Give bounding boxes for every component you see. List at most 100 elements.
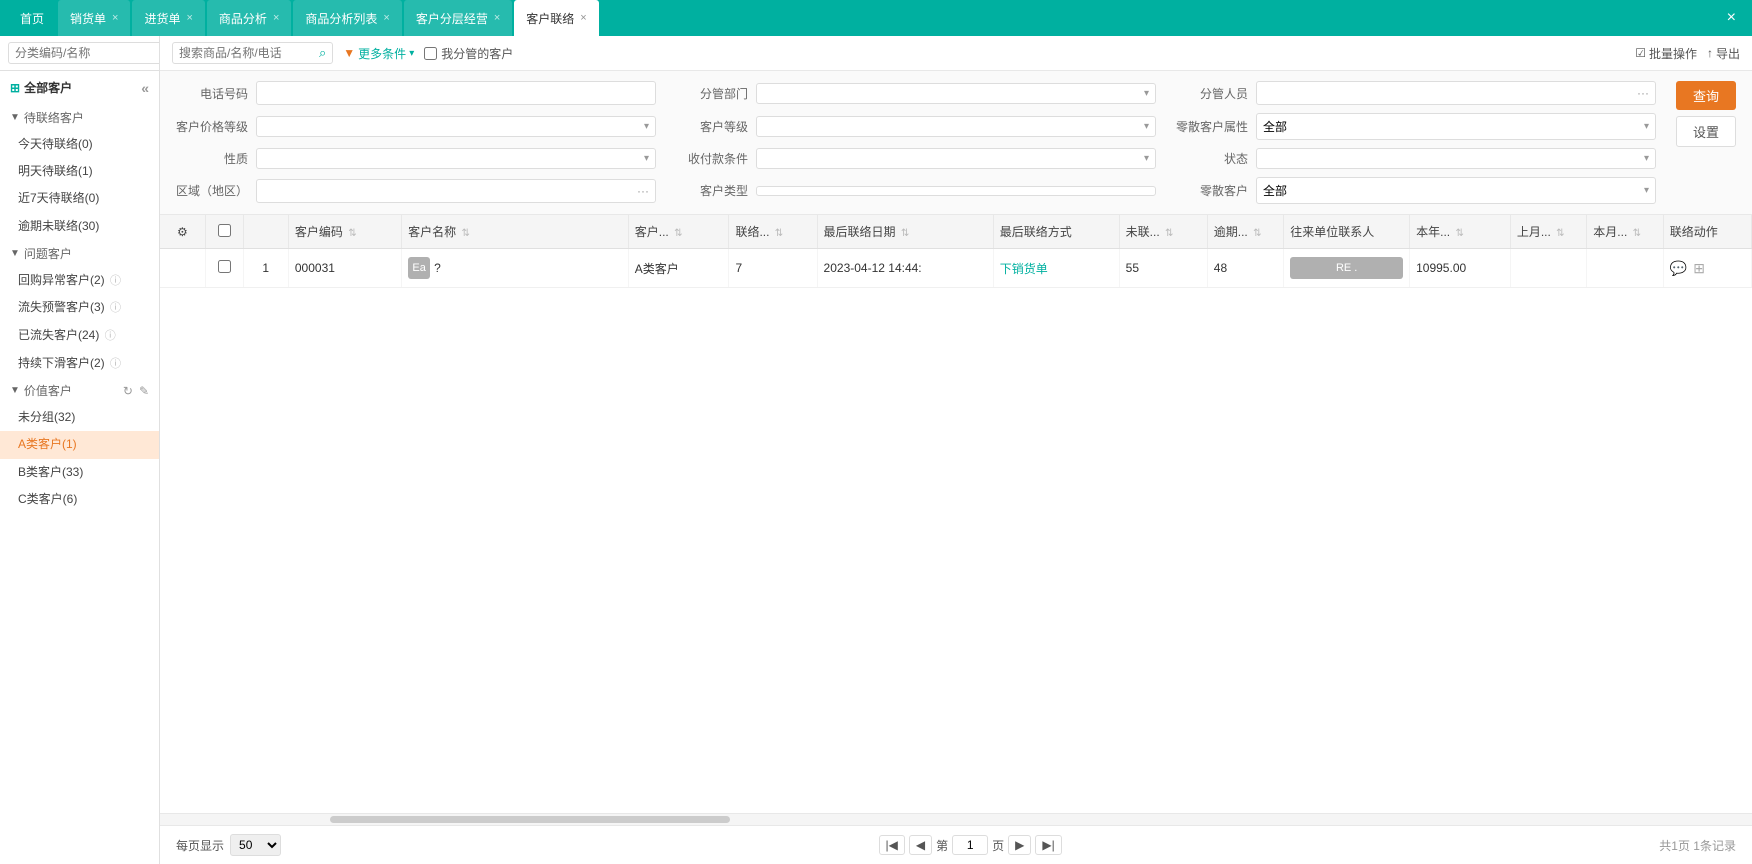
row-last-contact-way[interactable]: 下销货单 [993,249,1119,288]
value-section[interactable]: ▼ 价值客户 ↻ ✎ [0,377,159,404]
problem-section[interactable]: ▼ 问题客户 [0,240,159,267]
edit-icon[interactable]: ✎ [139,384,149,398]
col-code[interactable]: 客户编码 ⇅ [288,215,401,249]
col-lastmonth[interactable]: 上月... ⇅ [1510,215,1586,249]
my-customers-check[interactable] [424,47,437,60]
col-name[interactable]: 客户名称 ⇅ [402,215,629,249]
info-icon: ⓘ [105,330,116,342]
batch-op-btn[interactable]: ☑ 批量操作 [1635,45,1697,62]
tab-product-list[interactable]: 商品分析列表 × [293,0,401,36]
region-select[interactable]: ··· [256,179,656,203]
export-btn[interactable]: ↑ 导出 [1707,45,1740,62]
first-page-btn[interactable]: |◀ [879,835,905,855]
next-page-btn[interactable]: ▶ [1008,835,1031,855]
sort-icon: ⇅ [775,228,783,239]
sidebar-item-ungroup[interactable]: 未分组(32) [0,404,159,431]
prev-page-btn[interactable]: ◀ [909,835,932,855]
table-row[interactable]: 1 000031 Ea ? A类客户 7 2023-04-12 14:44: 下… [160,249,1752,288]
col-settings[interactable]: ⚙ [160,215,205,249]
tab-home[interactable]: 首页 [8,0,56,36]
dept-select[interactable]: ▾ [756,83,1156,104]
tab-purchase[interactable]: 进货单 × [132,0,204,36]
message-icon[interactable]: 💬 [1670,260,1687,277]
qr-icon[interactable]: ⊞ [1693,260,1705,277]
sidebar-item-tomorrow[interactable]: 明天待联络(1) [0,158,159,185]
close-icon[interactable]: × [580,12,586,24]
filter-icon: ▼ [343,46,355,60]
row-checkbox[interactable] [205,249,243,288]
filter-actions: ☑ 批量操作 ↑ 导出 [1635,45,1740,62]
phone-input[interactable] [256,81,656,105]
retail-customer-select[interactable]: 全部 ▾ [1256,177,1656,204]
person-select[interactable]: ··· [1256,81,1656,105]
page-number-input[interactable] [952,835,988,855]
price-level-select[interactable]: ▾ [256,116,656,137]
sidebar-search-input[interactable] [8,42,160,64]
col-contact[interactable]: 联络... ⇅ [729,215,817,249]
query-button[interactable]: 查询 [1676,81,1736,110]
sidebar-item-b-class[interactable]: B类客户(33) [0,459,159,486]
info-icon: ⓘ [110,275,121,287]
row-overdue-days: 48 [1207,249,1283,288]
close-icon[interactable]: × [112,12,118,24]
status-select[interactable]: ▾ [1256,148,1656,169]
close-all-icon[interactable]: × [1719,9,1744,27]
sidebar-item-declining[interactable]: 持续下滑客户(2) ⓘ [0,350,159,378]
col-thismonth[interactable]: 本月... ⇅ [1587,215,1663,249]
sidebar-item-7days[interactable]: 近7天待联络(0) [0,185,159,212]
collapse-icon[interactable]: « [141,80,149,96]
row-check[interactable] [218,260,231,273]
batch-icon: ☑ [1635,46,1646,60]
tab-product-analysis[interactable]: 商品分析 × [207,0,291,36]
chevron-down-icon: ▾ [644,153,649,164]
close-icon[interactable]: × [494,12,500,24]
col-type[interactable]: 客户... ⇅ [628,215,729,249]
more-conditions-btn[interactable]: ▼ 更多条件 ▾ [343,45,414,62]
sidebar-item-overdue[interactable]: 逾期未联络(30) [0,213,159,240]
customer-type-select[interactable] [756,186,1156,196]
payment-select[interactable]: ▾ [756,148,1156,169]
retail-customer-field: 零散客户 全部 ▾ [1176,177,1656,204]
col-uncontact[interactable]: 未联... ⇅ [1119,215,1207,249]
tab-sales[interactable]: 销货单 × [58,0,130,36]
sidebar-item-churned[interactable]: 已流失客户(24) ⓘ [0,322,159,350]
sidebar-item-abnormal[interactable]: 回购异常客户(2) ⓘ [0,267,159,295]
close-icon[interactable]: × [383,12,389,24]
select-all-checkbox[interactable] [218,224,231,237]
sort-icon: ⇅ [1556,228,1564,239]
sidebar-item-c-class[interactable]: C类客户(6) [0,486,159,513]
person-field: 分管人员 ··· [1176,81,1656,105]
tab-customer-contact[interactable]: 客户联络 × [514,0,598,36]
sort-icon: ⇅ [348,228,356,239]
last-page-btn[interactable]: ▶| [1035,835,1061,855]
col-overdue[interactable]: 逾期... ⇅ [1207,215,1283,249]
refresh-icon[interactable]: ↻ [123,384,133,398]
sidebar-all-customers[interactable]: ⊞ 全部客户 « [0,71,159,104]
arrow-icon: ▼ [10,385,20,396]
sidebar-item-churn-warning[interactable]: 流失预警客户(3) ⓘ [0,294,159,322]
filter-search-input[interactable] [179,46,319,60]
close-icon[interactable]: × [186,12,192,24]
pending-section[interactable]: ▼ 待联络客户 [0,104,159,131]
col-thisyear[interactable]: 本年... ⇅ [1410,215,1511,249]
my-customers-checkbox[interactable]: 我分管的客户 [424,45,513,62]
close-icon[interactable]: × [273,12,279,24]
col-checkbox[interactable] [205,215,243,249]
sidebar-item-a-class[interactable]: A类客户(1) [0,431,159,458]
row-contact-count: 7 [729,249,817,288]
sidebar-item-today[interactable]: 今天待联络(0) [0,131,159,158]
col-date[interactable]: 最后联络日期 ⇅ [817,215,993,249]
scrollbar-thumb[interactable] [330,816,730,823]
filter-search-box: ⌕ [172,42,333,64]
search-icon[interactable]: ⌕ [319,45,326,61]
col-num [243,215,288,249]
sort-icon: ⇅ [1165,228,1173,239]
setting-button[interactable]: 设置 [1676,116,1736,147]
tab-customer-tier[interactable]: 客户分层经营 × [404,0,512,36]
customer-level-select[interactable]: ▾ [756,116,1156,137]
nature-select[interactable]: ▾ [256,148,656,169]
table-body: 1 000031 Ea ? A类客户 7 2023-04-12 14:44: 下… [160,249,1752,288]
retail-attr-select[interactable]: 全部 ▾ [1256,113,1656,140]
horizontal-scrollbar[interactable] [160,813,1752,825]
page-size-select[interactable]: 50 100 200 [230,834,281,856]
